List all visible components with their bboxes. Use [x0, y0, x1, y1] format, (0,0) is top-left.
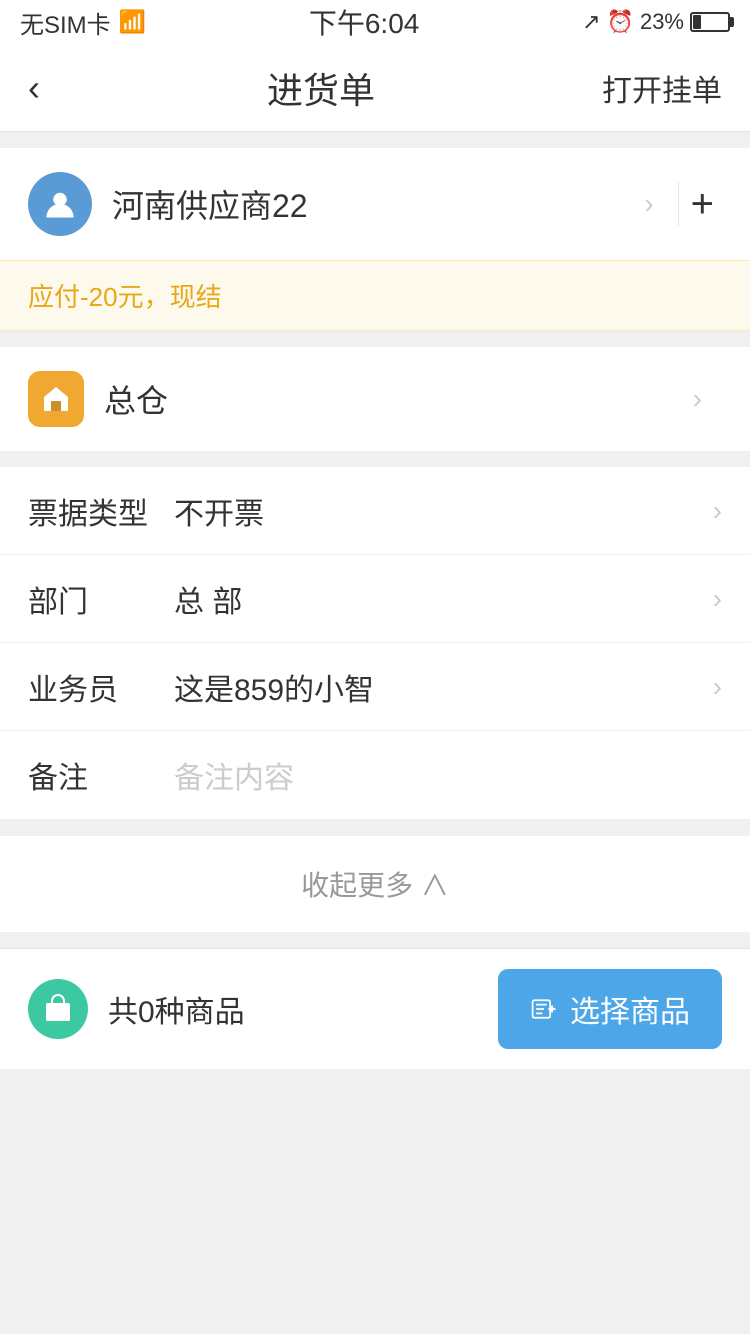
back-button[interactable]: ‹: [28, 67, 40, 109]
page-title: 进货单: [267, 62, 375, 114]
invoice-type-chevron-icon: ›: [713, 495, 722, 527]
salesperson-label: 业务员: [28, 665, 158, 709]
remark-input[interactable]: 备注内容: [158, 753, 722, 797]
department-value: 总 部: [158, 577, 713, 621]
salesperson-value: 这是859的小智: [158, 665, 713, 709]
status-time: 下午6:04: [309, 2, 420, 42]
warehouse-row[interactable]: 总仓 ›: [0, 347, 750, 451]
product-count: 共0种商品: [108, 987, 498, 1031]
alarm-icon: ⏰: [607, 9, 634, 35]
location-icon: ↗: [582, 9, 600, 35]
invoice-type-row[interactable]: 票据类型 不开票 ›: [0, 467, 750, 555]
salesperson-chevron-icon: ›: [713, 671, 722, 703]
department-row[interactable]: 部门 总 部 ›: [0, 555, 750, 643]
carrier-text: 无SIM卡: [20, 5, 111, 40]
supplier-name: 河南供应商22: [112, 181, 308, 227]
wifi-icon: 📶: [119, 9, 146, 35]
open-pending-button[interactable]: 打开挂单: [602, 66, 722, 110]
department-label: 部门: [28, 577, 158, 621]
collapse-button[interactable]: 收起更多 ∧: [0, 835, 750, 932]
status-left: 无SIM卡 📶: [20, 5, 146, 40]
remark-label: 备注: [28, 753, 158, 797]
select-product-icon: [530, 995, 558, 1023]
warehouse-name: 总仓: [104, 376, 693, 422]
supplier-avatar: [28, 172, 92, 236]
remark-row[interactable]: 备注 备注内容: [0, 731, 750, 819]
nav-bar: ‹ 进货单 打开挂单: [0, 44, 750, 132]
invoice-type-value: 不开票: [158, 489, 713, 533]
salesperson-row[interactable]: 业务员 这是859的小智 ›: [0, 643, 750, 731]
form-section: 票据类型 不开票 › 部门 总 部 › 业务员 这是859的小智 › 备注 备注…: [0, 467, 750, 819]
collapse-label: 收起更多 ∧: [301, 870, 449, 901]
supplier-row[interactable]: 河南供应商22 › +: [0, 148, 750, 260]
status-bar: 无SIM卡 📶 下午6:04 ↗ ⏰ 23%: [0, 0, 750, 44]
supplier-section: 河南供应商22 › + 应付-20元，现结: [0, 148, 750, 331]
warehouse-section[interactable]: 总仓 ›: [0, 347, 750, 451]
select-product-button[interactable]: 选择商品: [498, 969, 722, 1049]
status-right: ↗ ⏰ 23%: [582, 9, 730, 35]
select-product-label: 选择商品: [570, 987, 690, 1031]
supplier-left: 河南供应商22: [28, 172, 644, 236]
battery-text: 23%: [640, 9, 684, 35]
product-icon: [28, 979, 88, 1039]
notice-text: 应付-20元，现结: [28, 282, 222, 312]
warehouse-chevron-icon: ›: [693, 383, 702, 415]
add-supplier-button[interactable]: +: [683, 182, 722, 227]
battery-icon: [690, 12, 730, 32]
notice-row: 应付-20元，现结: [0, 260, 750, 331]
content: 河南供应商22 › + 应付-20元，现结 总仓 › 票: [0, 132, 750, 1069]
department-chevron-icon: ›: [713, 583, 722, 615]
divider: [678, 182, 679, 226]
supplier-chevron-icon: ›: [644, 188, 653, 220]
bottom-bar: 共0种商品 选择商品: [0, 948, 750, 1069]
warehouse-icon: [28, 371, 84, 427]
invoice-type-label: 票据类型: [28, 489, 158, 533]
